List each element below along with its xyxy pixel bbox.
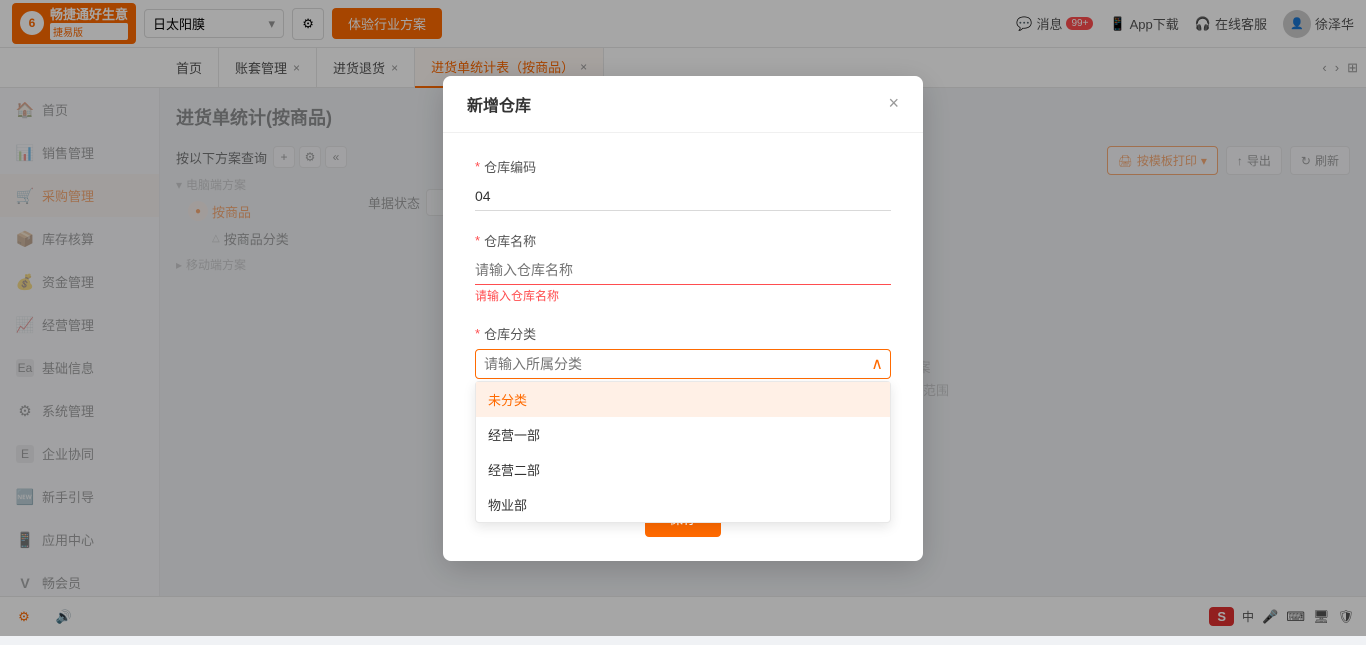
name-field-row: * 仓库名称 请输入仓库名称	[475, 231, 891, 304]
code-required-star: *	[475, 159, 480, 174]
category-input[interactable]	[475, 349, 891, 379]
name-input[interactable]	[475, 256, 891, 285]
code-input[interactable]	[475, 182, 891, 211]
dropdown-item-ops1[interactable]: 经营一部	[476, 417, 890, 452]
category-required-star: *	[475, 326, 480, 341]
dropdown-item-ops2[interactable]: 经营二部	[476, 452, 890, 487]
modal-header: 新增仓库 ×	[443, 76, 923, 133]
modal-close-button[interactable]: ×	[888, 93, 899, 114]
modal-body: * 仓库编码 * 仓库名称 请输入仓库名称 * 仓库分类	[443, 133, 923, 489]
dropdown-item-none[interactable]: 未分类	[476, 382, 890, 417]
new-warehouse-modal: 新增仓库 × * 仓库编码 * 仓库名称 请输入仓库名称	[443, 76, 923, 561]
name-error-text: 请输入仓库名称	[475, 287, 891, 304]
name-label: * 仓库名称	[475, 231, 891, 250]
code-field-row: * 仓库编码	[475, 157, 891, 211]
modal-title: 新增仓库	[467, 92, 531, 116]
modal-overlay: 新增仓库 × * 仓库编码 * 仓库名称 请输入仓库名称	[0, 0, 1366, 636]
category-label: * 仓库分类	[475, 324, 891, 343]
category-field-row: * 仓库分类 ∧ 未分类 经营一部 经营二部 物业部	[475, 324, 891, 379]
category-dropdown: 未分类 经营一部 经营二部 物业部	[475, 381, 891, 523]
name-required-star: *	[475, 233, 480, 248]
category-select-wrap: ∧	[475, 349, 891, 379]
code-label: * 仓库编码	[475, 157, 891, 176]
dropdown-item-property[interactable]: 物业部	[476, 487, 890, 522]
